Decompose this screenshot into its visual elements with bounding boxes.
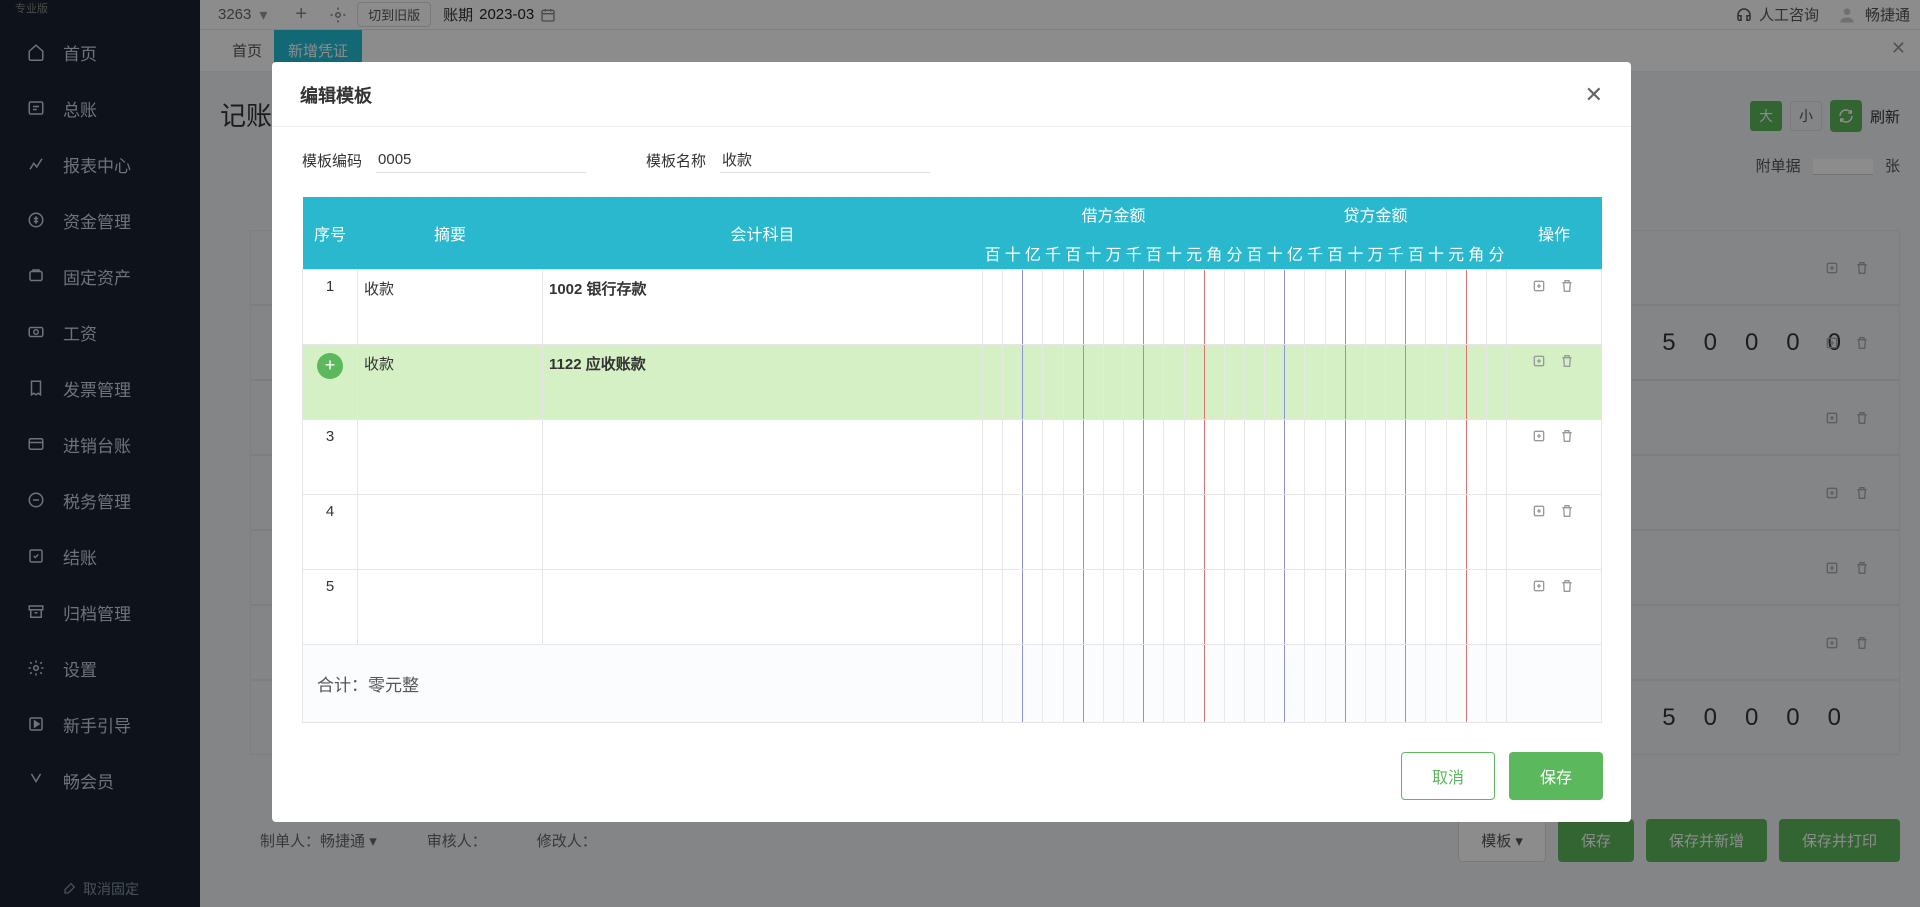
summary-cell[interactable]: 收款 (358, 269, 543, 344)
debit-cell[interactable] (983, 569, 1245, 644)
th-debit: 借方金额 (983, 197, 1245, 237)
copy-row-icon[interactable] (1531, 578, 1549, 596)
code-label: 模板编码 (302, 150, 362, 171)
credit-cell[interactable] (1245, 569, 1507, 644)
th-ops: 操作 (1507, 197, 1602, 269)
table-row[interactable]: 4 (303, 494, 1602, 569)
debit-cell[interactable] (983, 494, 1245, 569)
table-row[interactable]: + 收款1122 应收账款 (303, 344, 1602, 419)
total-debit (983, 644, 1245, 722)
account-cell[interactable] (543, 419, 983, 494)
total-label: 合计：零元整 (303, 644, 983, 722)
th-credit-units: 百十亿千百十万千百十元角分 (1245, 237, 1507, 269)
debit-cell[interactable] (983, 344, 1245, 419)
row-index: 1 (303, 269, 358, 344)
credit-cell[interactable] (1245, 269, 1507, 344)
save-button[interactable]: 保存 (1509, 752, 1603, 800)
name-label: 模板名称 (646, 150, 706, 171)
table-row[interactable]: 3 (303, 419, 1602, 494)
delete-row-icon[interactable] (1559, 578, 1577, 596)
account-cell[interactable] (543, 494, 983, 569)
copy-row-icon[interactable] (1531, 278, 1549, 296)
row-ops (1507, 419, 1602, 494)
th-idx: 序号 (303, 197, 358, 269)
account-cell[interactable]: 1122 应收账款 (543, 344, 983, 419)
row-ops (1507, 344, 1602, 419)
modal-title: 编辑模板 (300, 82, 372, 108)
summary-cell[interactable] (358, 569, 543, 644)
row-ops (1507, 494, 1602, 569)
debit-cell[interactable] (983, 419, 1245, 494)
summary-cell[interactable] (358, 494, 543, 569)
th-account: 会计科目 (543, 197, 983, 269)
row-ops (1507, 269, 1602, 344)
copy-row-icon[interactable] (1531, 353, 1549, 371)
summary-cell[interactable]: 收款 (358, 344, 543, 419)
row-index: + (303, 344, 358, 419)
row-index: 4 (303, 494, 358, 569)
add-row-button[interactable]: + (317, 353, 343, 379)
credit-cell[interactable] (1245, 344, 1507, 419)
table-row[interactable]: 5 (303, 569, 1602, 644)
total-row: 合计：零元整 (303, 644, 1602, 722)
modal-header: 编辑模板 ✕ (272, 62, 1631, 127)
row-index: 3 (303, 419, 358, 494)
credit-cell[interactable] (1245, 419, 1507, 494)
modal-footer: 取消 保存 (272, 738, 1631, 822)
debit-cell[interactable] (983, 269, 1245, 344)
copy-row-icon[interactable] (1531, 503, 1549, 521)
copy-row-icon[interactable] (1531, 428, 1549, 446)
cancel-button[interactable]: 取消 (1401, 752, 1495, 800)
row-index: 5 (303, 569, 358, 644)
close-icon[interactable]: ✕ (1585, 82, 1603, 108)
delete-row-icon[interactable] (1559, 353, 1577, 371)
delete-row-icon[interactable] (1559, 428, 1577, 446)
table-row[interactable]: 1收款1002 银行存款 (303, 269, 1602, 344)
template-name-input[interactable] (720, 147, 930, 173)
summary-cell[interactable] (358, 419, 543, 494)
template-table: 序号 摘要 会计科目 借方金额 贷方金额 操作 百十亿千百十万千百十元角分 百十… (302, 197, 1602, 723)
account-cell[interactable] (543, 569, 983, 644)
delete-row-icon[interactable] (1559, 278, 1577, 296)
credit-cell[interactable] (1245, 494, 1507, 569)
total-credit (1245, 644, 1507, 722)
delete-row-icon[interactable] (1559, 503, 1577, 521)
th-summary: 摘要 (358, 197, 543, 269)
account-cell[interactable]: 1002 银行存款 (543, 269, 983, 344)
edit-template-modal: 编辑模板 ✕ 模板编码 模板名称 序号 摘要 会计科目 (272, 62, 1631, 822)
row-ops (1507, 569, 1602, 644)
template-code-input[interactable] (376, 147, 586, 173)
th-credit: 贷方金额 (1245, 197, 1507, 237)
th-debit-units: 百十亿千百十万千百十元角分 (983, 237, 1245, 269)
